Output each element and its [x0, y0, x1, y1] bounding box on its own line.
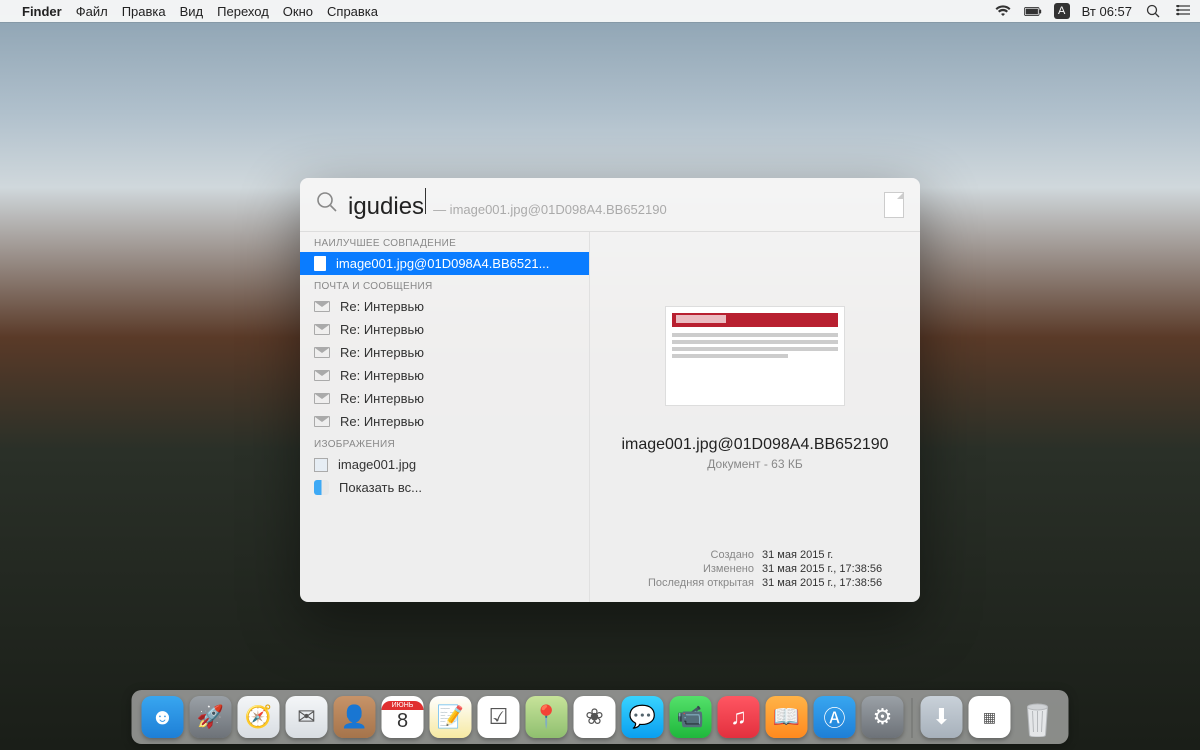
preview-thumbnail [665, 306, 845, 406]
calendar-month: ИЮНЬ [382, 701, 424, 710]
dock-app-finder[interactable]: ☻ [142, 696, 184, 738]
dock-app-calendar[interactable]: ИЮНЬ8 [382, 696, 424, 738]
dock-app-safari[interactable]: 🧭 [238, 696, 280, 738]
dock-separator [912, 698, 913, 738]
text-cursor [425, 188, 426, 214]
spotlight-query: igudies [348, 193, 424, 221]
preview-metadata: Создано 31 мая 2015 г. Изменено 31 мая 201… [608, 548, 902, 590]
battery-icon[interactable] [1024, 2, 1042, 20]
result-label: Re: Интервью [340, 414, 424, 429]
result-mail[interactable]: Re: Интервью [300, 341, 589, 364]
mail-icon [314, 393, 330, 404]
result-mail[interactable]: Re: Интервью [300, 387, 589, 410]
result-label: Re: Интервью [340, 391, 424, 406]
dock-app-preferences[interactable]: ⚙ [862, 696, 904, 738]
spotlight-results-list: НАИЛУЧШЕЕ СОВПАДЕНИЕ image001.jpg@01D098… [300, 232, 590, 602]
dock-app-facetime[interactable]: 📹 [670, 696, 712, 738]
result-thumb-icon [884, 192, 904, 218]
meta-label: Изменено [634, 563, 754, 575]
result-label: image001.jpg [338, 457, 416, 472]
menu-file[interactable]: Файл [76, 4, 108, 19]
spotlight-icon[interactable] [1144, 2, 1162, 20]
category-images: ИЗОБРАЖЕНИЯ [300, 433, 589, 453]
spotlight-window: igudies — image001.jpg@01D098A4.BB652190… [300, 178, 920, 602]
menu-go[interactable]: Переход [217, 4, 269, 19]
spotlight-search-row: igudies — image001.jpg@01D098A4.BB652190 [300, 178, 920, 232]
result-label: Показать вс... [339, 480, 422, 495]
result-label: image001.jpg@01D098A4.BB6521... [336, 256, 549, 271]
result-label: Re: Интервью [340, 345, 424, 360]
dock-app-reminders[interactable]: ☑ [478, 696, 520, 738]
mail-icon [314, 370, 330, 381]
result-label: Re: Интервью [340, 322, 424, 337]
dock-recent[interactable]: ▦ [969, 696, 1011, 738]
result-image[interactable]: image001.jpg [300, 453, 589, 476]
notification-center-icon[interactable] [1174, 2, 1192, 20]
input-source-badge[interactable]: А [1054, 3, 1070, 19]
category-mail: ПОЧТА И СООБЩЕНИЯ [300, 275, 589, 295]
result-mail[interactable]: Re: Интервью [300, 295, 589, 318]
dock-trash[interactable] [1017, 696, 1059, 738]
dock-app-photos[interactable]: ❀ [574, 696, 616, 738]
meta-value: 31 мая 2015 г., 17:38:56 [762, 563, 902, 575]
document-icon [314, 256, 326, 271]
spotlight-input[interactable]: igudies — image001.jpg@01D098A4.BB652190 [348, 188, 667, 221]
category-top-hit: НАИЛУЧШЕЕ СОВПАДЕНИЕ [300, 232, 589, 252]
dock-app-maps[interactable]: 📍 [526, 696, 568, 738]
meta-value: 31 мая 2015 г., 17:38:56 [762, 577, 902, 589]
result-show-all[interactable]: Показать вс... [300, 476, 589, 499]
result-label: Re: Интервью [340, 299, 424, 314]
preview-subtitle: Документ - 63 КБ [707, 457, 802, 471]
dock-app-contacts[interactable]: 👤 [334, 696, 376, 738]
mail-icon [314, 347, 330, 358]
menubar: Finder Файл Правка Вид Переход Окно Спра… [0, 0, 1200, 22]
dock: ☻🚀🧭✉👤ИЮНЬ8📝☑📍❀💬📹♫📖Ⓐ⚙ ⬇ ▦ [132, 690, 1069, 744]
dock-downloads[interactable]: ⬇ [921, 696, 963, 738]
spotlight-preview: image001.jpg@01D098A4.BB652190 Документ … [590, 232, 920, 602]
result-mail[interactable]: Re: Интервью [300, 318, 589, 341]
dock-app-itunes[interactable]: ♫ [718, 696, 760, 738]
wifi-icon[interactable] [994, 2, 1012, 20]
result-mail[interactable]: Re: Интервью [300, 364, 589, 387]
menu-edit[interactable]: Правка [122, 4, 166, 19]
mail-icon [314, 301, 330, 312]
preview-title: image001.jpg@01D098A4.BB652190 [621, 436, 888, 454]
menu-help[interactable]: Справка [327, 4, 378, 19]
dock-app-launchpad[interactable]: 🚀 [190, 696, 232, 738]
dock-app-appstore[interactable]: Ⓐ [814, 696, 856, 738]
result-mail[interactable]: Re: Интервью [300, 410, 589, 433]
mail-icon [314, 324, 330, 335]
meta-value: 31 мая 2015 г. [762, 549, 902, 561]
search-icon [316, 191, 338, 218]
meta-label: Последняя открытая [634, 577, 754, 589]
dock-app-notes[interactable]: 📝 [430, 696, 472, 738]
dock-app-ibooks[interactable]: 📖 [766, 696, 808, 738]
calendar-day: 8 [397, 710, 408, 733]
app-name[interactable]: Finder [22, 4, 62, 19]
image-icon [314, 458, 328, 472]
spotlight-suggestion: — image001.jpg@01D098A4.BB652190 [433, 202, 667, 217]
result-top-hit[interactable]: image001.jpg@01D098A4.BB6521... [300, 252, 589, 275]
menu-view[interactable]: Вид [180, 4, 204, 19]
clock[interactable]: Вт 06:57 [1082, 4, 1132, 19]
mail-icon [314, 416, 330, 427]
result-label: Re: Интервью [340, 368, 424, 383]
menu-window[interactable]: Окно [283, 4, 313, 19]
meta-label: Создано [634, 549, 754, 561]
dock-app-mail[interactable]: ✉ [286, 696, 328, 738]
finder-icon [314, 480, 329, 495]
dock-app-messages[interactable]: 💬 [622, 696, 664, 738]
